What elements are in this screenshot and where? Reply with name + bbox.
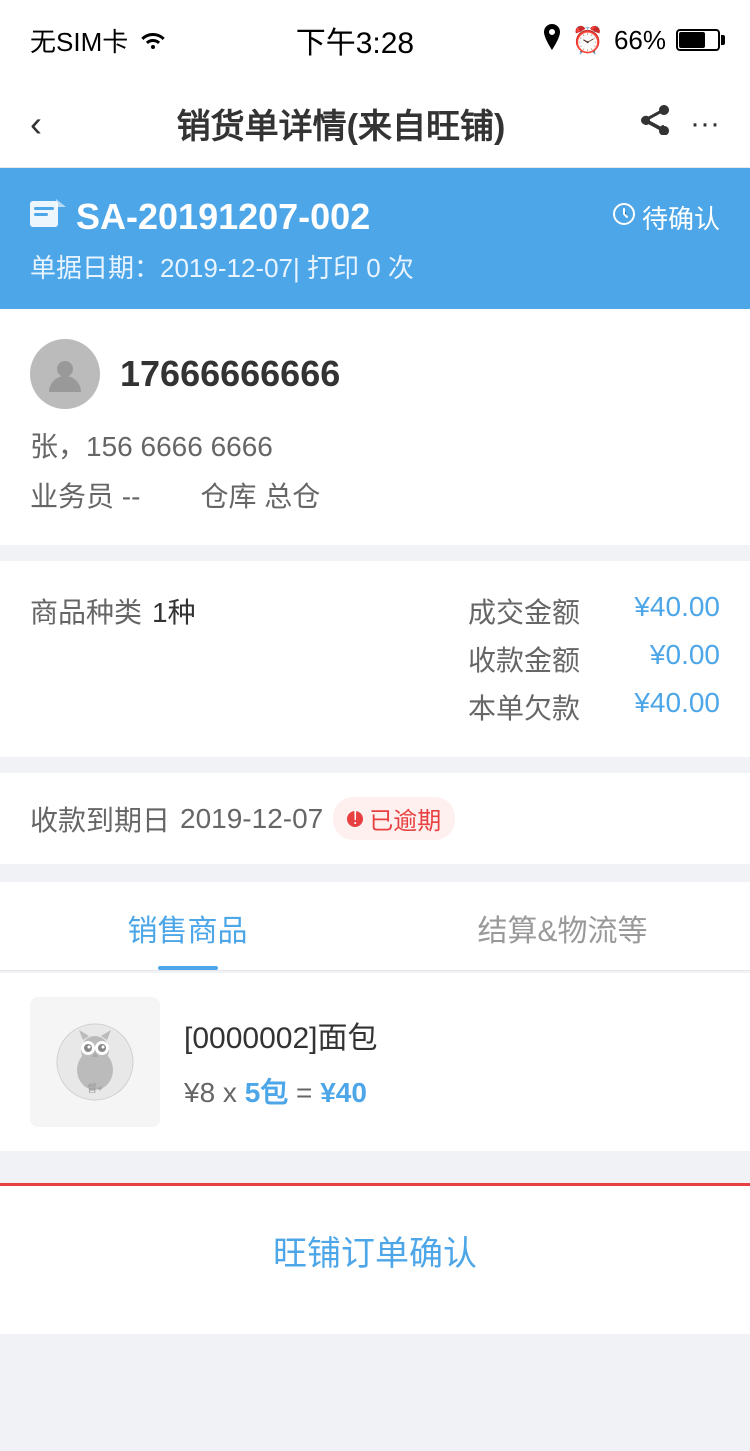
warehouse-label: 仓库 总仓 [200, 475, 320, 515]
status-right: ⏰ 66% [542, 24, 720, 57]
amount-row-0: 成交金额 ¥40.00 [468, 591, 720, 631]
summary-row: 商品种类 1种 成交金额 ¥40.00 收款金额 ¥0.00 本单欠款 ¥40.… [30, 591, 720, 727]
nav-actions: ··· [640, 105, 720, 143]
divider-1 [0, 545, 750, 561]
product-thumbnail: 督+ [30, 997, 160, 1127]
customer-card: 17666666666 张，156 6666 6666 业务员 -- 仓库 总仓 [0, 309, 750, 545]
svg-text:督+: 督+ [87, 1082, 103, 1095]
order-header-top: SA-20191207-002 待确认 [30, 196, 720, 238]
overdue-badge: ! 已逾期 [333, 797, 455, 840]
confirm-order-button[interactable]: 旺铺订单确认 [30, 1206, 720, 1294]
customer-phone: 17666666666 [120, 353, 340, 395]
staff-label: 业务员 -- [30, 475, 140, 515]
tab-products[interactable]: 销售商品 [0, 882, 375, 970]
battery-percent: 66% [614, 25, 666, 56]
customer-details: 张，156 6666 6666 [30, 425, 720, 465]
customer-top: 17666666666 [30, 339, 720, 409]
due-date-value: 2019-12-07 [180, 803, 323, 835]
amount-row-1: 收款金额 ¥0.00 [468, 639, 720, 679]
divider-3 [0, 864, 750, 880]
divider-2 [0, 757, 750, 773]
product-info: [0000002]面包 ¥8 x 5包 = ¥40 [184, 1013, 720, 1111]
status-left: 无SIM卡 [30, 22, 168, 59]
due-date-card: 收款到期日 2019-12-07 ! 已逾期 [0, 773, 750, 864]
customer-meta: 业务员 -- 仓库 总仓 [30, 475, 720, 515]
summary-card: 商品种类 1种 成交金额 ¥40.00 收款金额 ¥0.00 本单欠款 ¥40.… [0, 561, 750, 757]
wifi-icon [138, 25, 168, 56]
tab-settlement[interactable]: 结算&物流等 [375, 882, 750, 970]
avatar [30, 339, 100, 409]
back-button[interactable]: ‹ [30, 103, 42, 145]
product-price: ¥8 x 5包 = ¥40 [184, 1071, 720, 1111]
carrier-label: 无SIM卡 [30, 22, 128, 59]
more-icon[interactable]: ··· [690, 107, 720, 141]
nav-bar: ‹ 销货单详情(来自旺铺) ··· [0, 80, 750, 168]
battery-icon [676, 29, 720, 51]
tabs-bar: 销售商品 结算&物流等 [0, 882, 750, 971]
overdue-dot: ! [347, 811, 363, 827]
location-icon [542, 24, 562, 57]
order-icon [30, 196, 66, 238]
alarm-icon: ⏰ [572, 25, 604, 56]
product-card: 督+ [0000002]面包 ¥8 x 5包 = ¥40 [0, 973, 750, 1151]
amount-row-2: 本单欠款 ¥40.00 [468, 687, 720, 727]
summary-right: 成交金额 ¥40.00 收款金额 ¥0.00 本单欠款 ¥40.00 [468, 591, 720, 727]
status-bar: 无SIM卡 下午3:28 ⏰ 66% [0, 0, 750, 80]
clock-icon [612, 202, 636, 233]
overdue-text: 已逾期 [369, 801, 441, 836]
order-header: SA-20191207-002 待确认 单据日期：2019-12-07| 打印 … [0, 168, 750, 309]
status-time: 下午3:28 [296, 18, 414, 62]
owl-logo-icon: 督+ [55, 1022, 135, 1102]
order-status: 待确认 [612, 199, 720, 236]
summary-left: 商品种类 1种 [30, 591, 196, 631]
order-date: 单据日期：2019-12-07| 打印 0 次 [30, 248, 720, 285]
order-id: SA-20191207-002 [30, 196, 370, 238]
bottom-button-wrap: 旺铺订单确认 [0, 1183, 750, 1334]
due-date-label: 收款到期日 [30, 799, 170, 839]
product-name: [0000002]面包 [184, 1013, 720, 1057]
page-title: 销货单详情(来自旺铺) [177, 99, 506, 148]
share-icon[interactable] [640, 105, 670, 143]
